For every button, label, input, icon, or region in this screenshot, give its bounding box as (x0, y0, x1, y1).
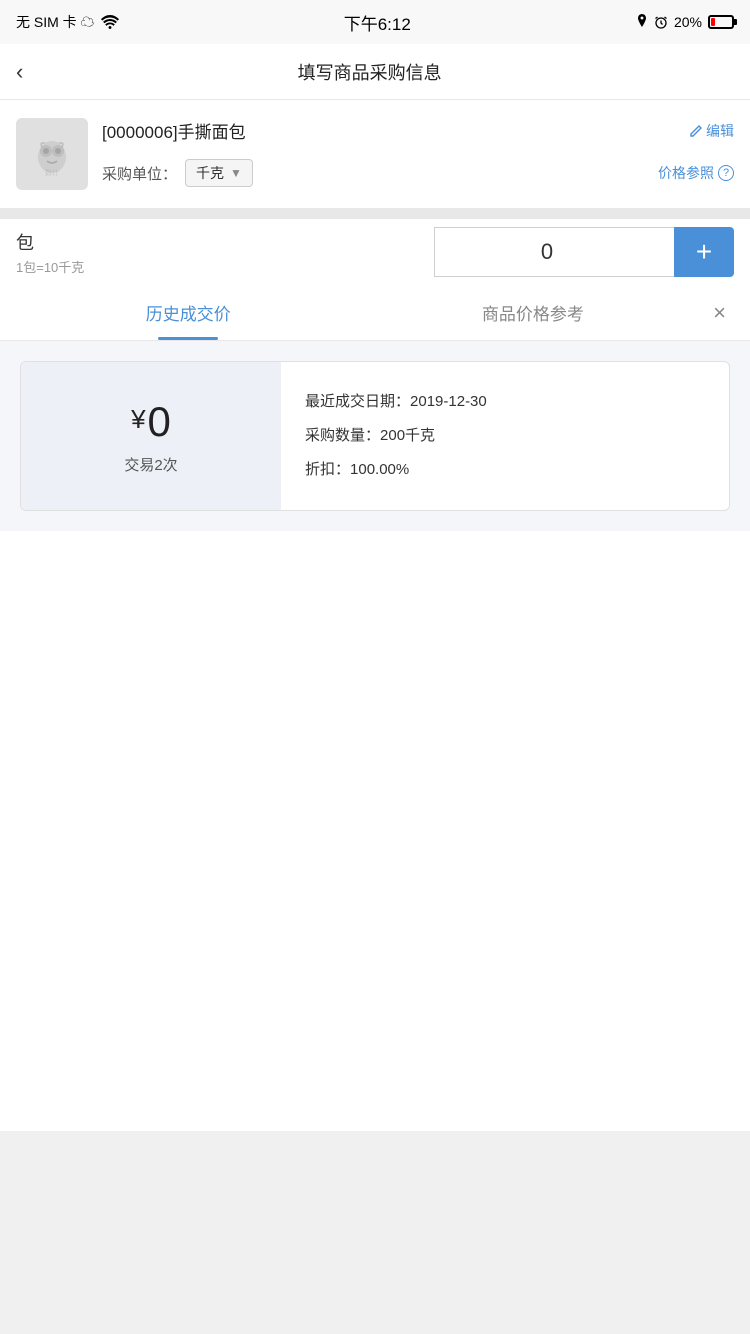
price-number: 0 (148, 398, 171, 446)
quantity-conversion-text: 1包=10千克 (16, 257, 84, 276)
svg-text:数计: 数计 (45, 168, 59, 177)
unit-prefix-label: 采购单位： (102, 163, 177, 184)
card-detail-section: 最近成交日期：2019-12-30 采购数量：200千克 折扣：100.00% (281, 362, 729, 510)
help-icon: ? (718, 165, 734, 181)
detail-qty-label: 采购数量： (305, 427, 380, 444)
tab2-label: 商品价格参考 (482, 300, 584, 325)
detail-discount-row: 折扣：100.00% (305, 458, 705, 482)
quantity-label: 包 1包=10千克 (16, 229, 84, 276)
price-reference-link[interactable]: 价格参照 ? (658, 163, 734, 183)
detail-date-row: 最近成交日期：2019-12-30 (305, 390, 705, 414)
edit-button[interactable]: 编辑 (689, 121, 734, 141)
detail-discount-label: 折扣： (305, 461, 350, 478)
back-button[interactable]: ‹ (16, 51, 35, 93)
page-title: 填写商品采购信息 (35, 59, 704, 85)
card-price-display: ¥ 0 (131, 398, 171, 446)
quantity-unit-text: 包 (16, 229, 84, 255)
quantity-input-wrap: + (100, 227, 734, 277)
tabs-bar: 历史成交价 商品价格参考 × (0, 285, 750, 341)
product-thumbnail: 数计 (16, 118, 88, 190)
edit-icon (689, 124, 703, 138)
detail-qty-value: 200千克 (380, 427, 435, 444)
product-section: 数计 [0000006]手撕面包 编辑 采购单位： 千克 ▼ 价格参照 (0, 100, 750, 209)
status-time: 下午6:12 (344, 10, 411, 35)
panel-close-button[interactable]: × (705, 292, 734, 334)
transaction-card: ¥ 0 交易2次 最近成交日期：2019-12-30 采购数量：200千克 折扣… (20, 361, 730, 511)
quantity-plus-button[interactable]: + (674, 227, 734, 277)
wifi-icon (101, 15, 119, 29)
product-info: [0000006]手撕面包 编辑 采购单位： 千克 ▼ 价格参照 ? (102, 118, 734, 187)
unit-dropdown-icon: ▼ (230, 166, 242, 180)
unit-value: 千克 (196, 163, 224, 183)
status-right: 20% (636, 14, 734, 30)
panel-area: 历史成交价 商品价格参考 × ¥ 0 交易2次 最近成交日期：2019-12-3… (0, 285, 750, 531)
detail-qty-row: 采购数量：200千克 (305, 424, 705, 448)
price-ref-label: 价格参照 (658, 163, 714, 183)
quantity-row: 包 1包=10千克 + (0, 219, 750, 285)
section-divider (0, 209, 750, 219)
unit-selector[interactable]: 千克 ▼ (185, 159, 253, 187)
sim-text: 无 SIM 卡 ☁ (16, 12, 95, 32)
tab1-label: 历史成交价 (146, 300, 231, 325)
tab-product-price[interactable]: 商品价格参考 (361, 285, 706, 340)
status-bar: 无 SIM 卡 ☁ 下午6:12 20% (0, 0, 750, 44)
price-symbol: ¥ (131, 404, 145, 435)
trade-count: 交易2次 (124, 454, 177, 475)
product-name: [0000006]手撕面包 (102, 118, 246, 143)
detail-date-label: 最近成交日期： (305, 393, 410, 410)
nav-bar: ‹ 填写商品采购信息 (0, 44, 750, 100)
location-icon (636, 14, 648, 30)
tab-history-price[interactable]: 历史成交价 (16, 285, 361, 340)
product-logo-icon: 数计 (27, 129, 77, 179)
card-price-section: ¥ 0 交易2次 (21, 362, 281, 510)
alarm-icon (654, 15, 668, 29)
bottom-empty-area (0, 531, 750, 1131)
battery-percent: 20% (674, 14, 702, 30)
battery-icon (708, 15, 734, 29)
quantity-input[interactable] (434, 227, 674, 277)
detail-date-value: 2019-12-30 (410, 393, 487, 410)
status-left: 无 SIM 卡 ☁ (16, 12, 119, 32)
card-container: ¥ 0 交易2次 最近成交日期：2019-12-30 采购数量：200千克 折扣… (0, 341, 750, 531)
detail-discount-value: 100.00% (350, 461, 409, 478)
tab-active-indicator (158, 337, 218, 340)
